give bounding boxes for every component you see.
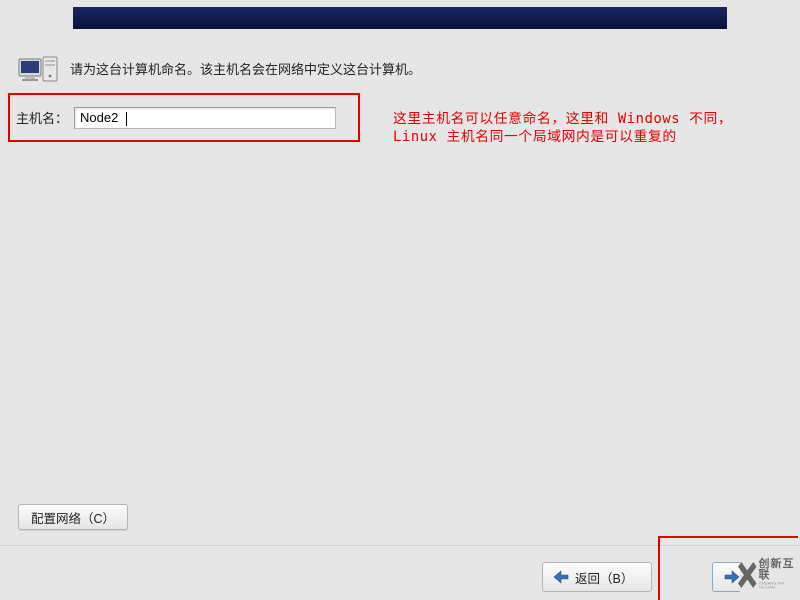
computer-icon [18,55,60,85]
top-banner [73,7,727,29]
hostname-box-highlight: 主机名： [8,93,360,142]
header-row: 请为这台计算机命名。该主机名会在网络中定义这台计算机。 [18,55,782,85]
back-button-label: 返回（B） [575,568,633,587]
watermark: 创新互联 CHUANG XIN HU LIAN [738,556,796,594]
back-button[interactable]: 返回（B） [542,562,652,592]
hostname-input[interactable] [74,107,336,129]
next-button[interactable] [712,562,740,592]
annotation-text: 这里主机名可以任意命名，这里和 Windows 不同，Linux 主机名同一个局… [393,111,773,147]
text-caret [126,112,127,126]
hostname-label: 主机名： [16,108,68,127]
watermark-x-icon [738,562,757,588]
instruction-text: 请为这台计算机命名。该主机名会在网络中定义这台计算机。 [70,61,421,79]
configure-network-button[interactable]: 配置网络（C） [18,504,128,530]
watermark-en: CHUANG XIN HU LIAN [759,582,789,590]
watermark-cn: 创新互联 [759,559,796,581]
arrow-left-icon [553,570,569,584]
